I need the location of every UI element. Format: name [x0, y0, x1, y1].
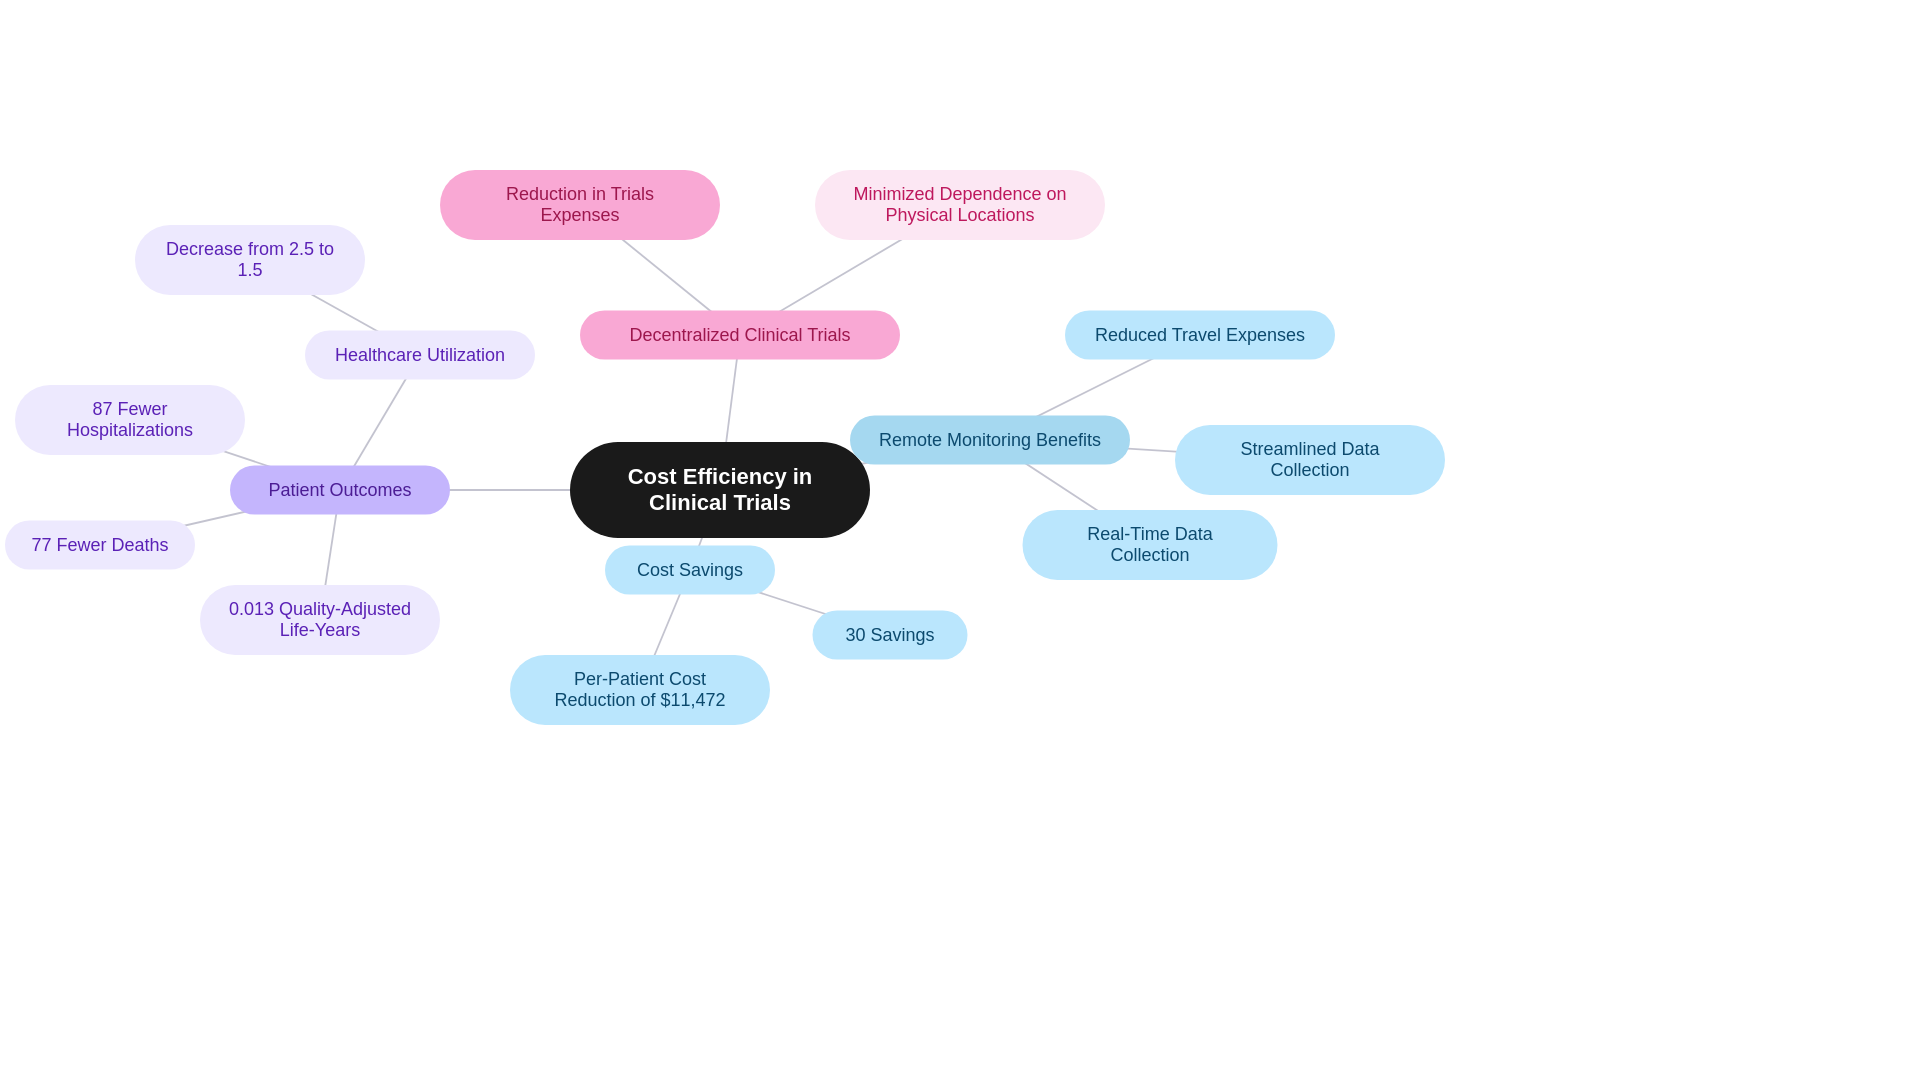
node-realtime: Real-Time Data Collection: [1023, 510, 1278, 580]
node-center: Cost Efficiency in Clinical Trials: [570, 442, 870, 538]
node-minimized_dependence: Minimized Dependence on Physical Locatio…: [815, 170, 1105, 240]
node-remote_monitoring: Remote Monitoring Benefits: [850, 416, 1130, 465]
node-label-streamlined: Streamlined Data Collection: [1199, 439, 1421, 481]
node-label-realtime: Real-Time Data Collection: [1047, 524, 1254, 566]
node-fewer_deaths: 77 Fewer Deaths: [5, 521, 195, 570]
node-label-decentralized: Decentralized Clinical Trials: [629, 325, 850, 346]
node-label-minimized_dependence: Minimized Dependence on Physical Locatio…: [839, 184, 1081, 226]
node-label-cost_savings: Cost Savings: [637, 560, 743, 581]
node-patient_outcomes: Patient Outcomes: [230, 466, 450, 515]
node-label-thirty_savings: 30 Savings: [845, 625, 934, 646]
node-label-remote_monitoring: Remote Monitoring Benefits: [879, 430, 1101, 451]
node-reduced_travel: Reduced Travel Expenses: [1065, 311, 1335, 360]
node-reduction_trials: Reduction in Trials Expenses: [440, 170, 720, 240]
node-decentralized: Decentralized Clinical Trials: [580, 311, 900, 360]
node-label-reduction_trials: Reduction in Trials Expenses: [464, 184, 696, 226]
node-label-center: Cost Efficiency in Clinical Trials: [610, 464, 830, 516]
node-label-healthcare_util: Healthcare Utilization: [335, 345, 505, 366]
node-label-fewer_hosp: 87 Fewer Hospitalizations: [39, 399, 221, 441]
node-label-reduced_travel: Reduced Travel Expenses: [1095, 325, 1305, 346]
node-label-decrease: Decrease from 2.5 to 1.5: [159, 239, 341, 281]
connections-svg: [0, 0, 1920, 1083]
node-healthcare_util: Healthcare Utilization: [305, 331, 535, 380]
node-quality_life: 0.013 Quality-Adjusted Life-Years: [200, 585, 440, 655]
node-label-quality_life: 0.013 Quality-Adjusted Life-Years: [224, 599, 416, 641]
node-label-fewer_deaths: 77 Fewer Deaths: [31, 535, 168, 556]
node-decrease: Decrease from 2.5 to 1.5: [135, 225, 365, 295]
node-thirty_savings: 30 Savings: [813, 611, 968, 660]
node-streamlined: Streamlined Data Collection: [1175, 425, 1445, 495]
node-label-per_patient: Per-Patient Cost Reduction of $11,472: [534, 669, 746, 711]
node-label-patient_outcomes: Patient Outcomes: [268, 480, 411, 501]
node-fewer_hosp: 87 Fewer Hospitalizations: [15, 385, 245, 455]
node-cost_savings: Cost Savings: [605, 546, 775, 595]
node-per_patient: Per-Patient Cost Reduction of $11,472: [510, 655, 770, 725]
mind-map-container: Cost Efficiency in Clinical Trials Decent…: [0, 0, 1920, 1083]
